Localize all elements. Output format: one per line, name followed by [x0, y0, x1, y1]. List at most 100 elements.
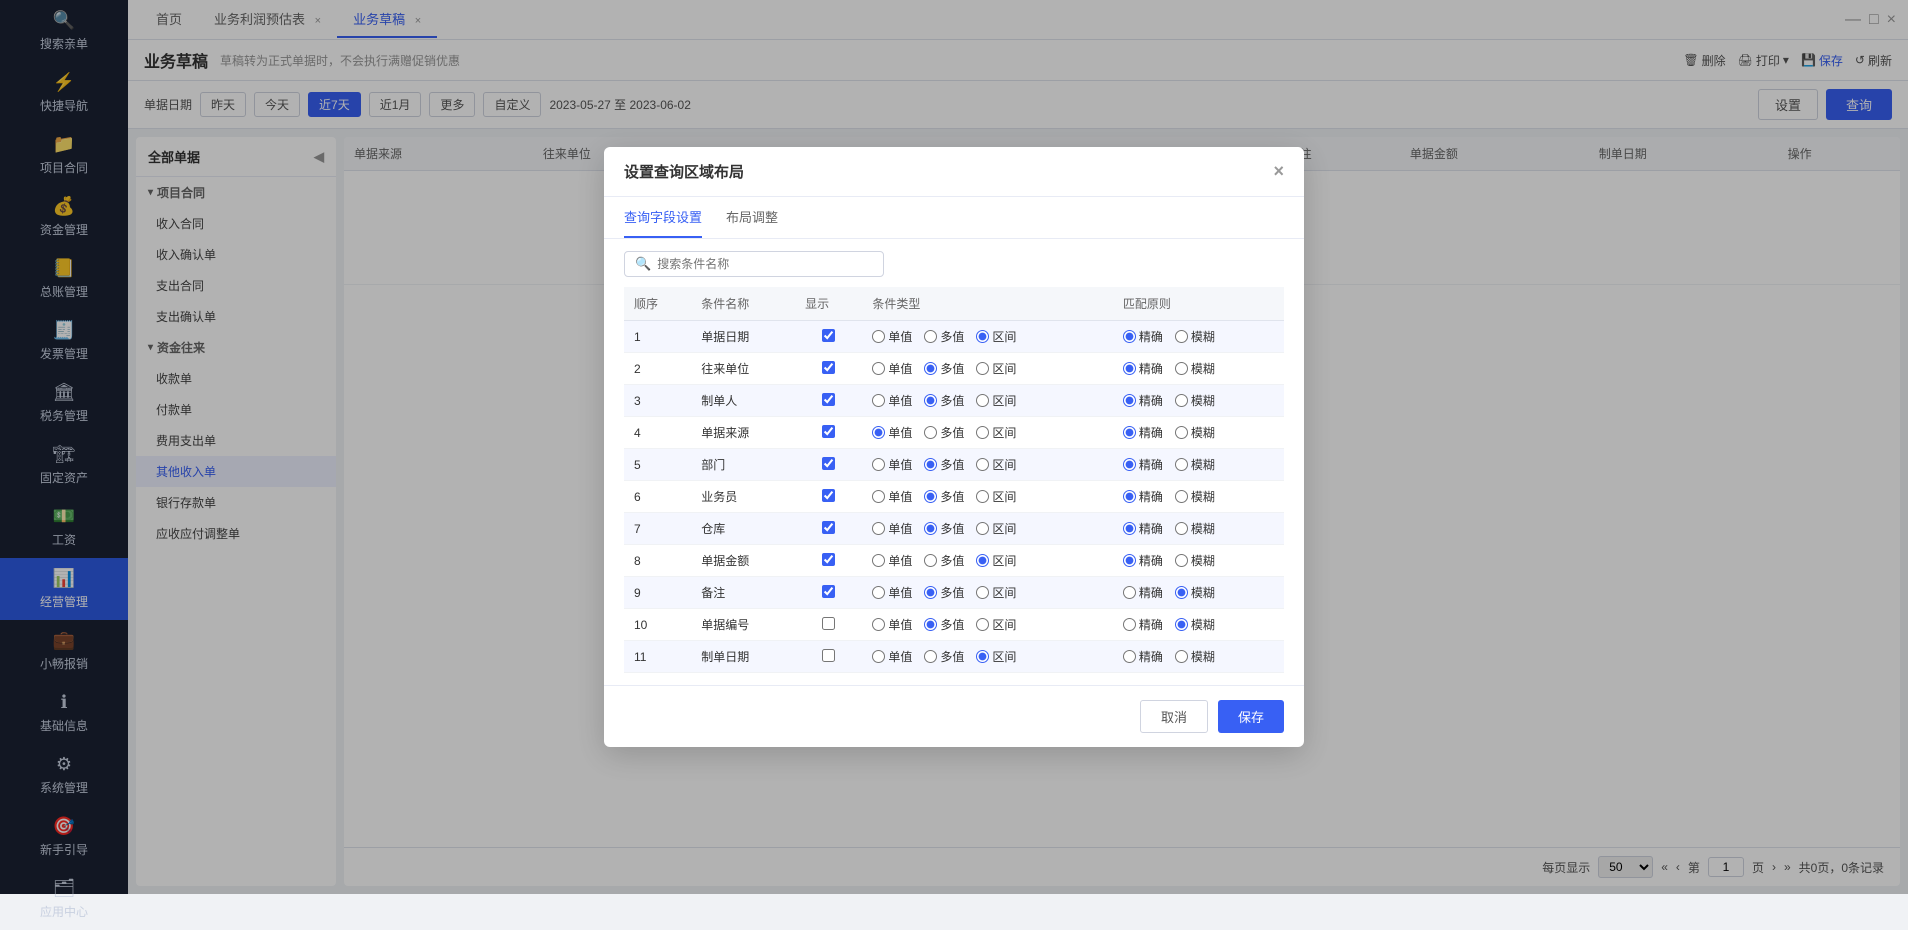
show-checkbox[interactable]: [822, 649, 835, 662]
row-show[interactable]: [795, 609, 862, 641]
row-name: 单据日期: [691, 321, 795, 353]
modal-tab-layout[interactable]: 布局调整: [726, 197, 778, 238]
match-exact-radio[interactable]: 精确: [1123, 328, 1163, 345]
type-multi-radio[interactable]: 多值: [924, 360, 964, 377]
match-fuzzy-radio[interactable]: 模糊: [1175, 520, 1215, 537]
row-name: 单据金额: [691, 545, 795, 577]
show-checkbox[interactable]: [822, 393, 835, 406]
show-checkbox[interactable]: [822, 489, 835, 502]
match-exact-radio[interactable]: 精确: [1123, 520, 1163, 537]
row-show[interactable]: [795, 481, 862, 513]
match-exact-radio[interactable]: 精确: [1123, 392, 1163, 409]
cancel-button[interactable]: 取消: [1140, 700, 1208, 733]
match-fuzzy-radio[interactable]: 模糊: [1175, 424, 1215, 441]
show-checkbox[interactable]: [822, 553, 835, 566]
type-range-radio[interactable]: 区间: [976, 520, 1016, 537]
match-exact-radio[interactable]: 精确: [1123, 552, 1163, 569]
type-range-radio[interactable]: 区间: [976, 328, 1016, 345]
type-range-radio[interactable]: 区间: [976, 584, 1016, 601]
row-show[interactable]: [795, 641, 862, 673]
type-single-radio[interactable]: 单值: [872, 424, 912, 441]
match-fuzzy-radio[interactable]: 模糊: [1175, 648, 1215, 665]
row-type: 单值 多值 区间: [862, 481, 1113, 513]
modal-close-button[interactable]: ×: [1273, 161, 1284, 182]
type-single-radio[interactable]: 单值: [872, 360, 912, 377]
match-fuzzy-radio[interactable]: 模糊: [1175, 328, 1215, 345]
row-match: 精确 模糊: [1113, 609, 1284, 641]
type-range-radio[interactable]: 区间: [976, 392, 1016, 409]
match-fuzzy-radio[interactable]: 模糊: [1175, 616, 1215, 633]
row-show[interactable]: [795, 385, 862, 417]
settings-row: 3 制单人 单值 多值 区间 精确: [624, 385, 1284, 417]
type-multi-radio[interactable]: 多值: [924, 552, 964, 569]
settings-row: 9 备注 单值 多值 区间 精确: [624, 577, 1284, 609]
match-fuzzy-radio[interactable]: 模糊: [1175, 552, 1215, 569]
type-range-radio[interactable]: 区间: [976, 456, 1016, 473]
modal-overlay: 设置查询区域布局 × 查询字段设置 布局调整 🔍 顺序 条件名称 显示: [0, 0, 1908, 894]
row-type: 单值 多值 区间: [862, 641, 1113, 673]
type-single-radio[interactable]: 单值: [872, 616, 912, 633]
row-name: 制单日期: [691, 641, 795, 673]
show-checkbox[interactable]: [822, 329, 835, 342]
modal-search-input[interactable]: [657, 257, 873, 271]
type-multi-radio[interactable]: 多值: [924, 616, 964, 633]
type-single-radio[interactable]: 单值: [872, 392, 912, 409]
type-range-radio[interactable]: 区间: [976, 552, 1016, 569]
show-checkbox[interactable]: [822, 617, 835, 630]
type-multi-radio[interactable]: 多值: [924, 648, 964, 665]
type-range-radio[interactable]: 区间: [976, 424, 1016, 441]
row-type: 单值 多值 区间: [862, 513, 1113, 545]
row-show[interactable]: [795, 417, 862, 449]
modal-save-button[interactable]: 保存: [1218, 700, 1284, 733]
row-show[interactable]: [795, 449, 862, 481]
show-checkbox[interactable]: [822, 585, 835, 598]
match-exact-radio[interactable]: 精确: [1123, 584, 1163, 601]
show-checkbox[interactable]: [822, 361, 835, 374]
type-single-radio[interactable]: 单值: [872, 328, 912, 345]
type-multi-radio[interactable]: 多值: [924, 456, 964, 473]
row-name: 单据来源: [691, 417, 795, 449]
match-exact-radio[interactable]: 精确: [1123, 456, 1163, 473]
type-single-radio[interactable]: 单值: [872, 520, 912, 537]
show-checkbox[interactable]: [822, 521, 835, 534]
row-show[interactable]: [795, 545, 862, 577]
settings-row: 6 业务员 单值 多值 区间 精确: [624, 481, 1284, 513]
match-exact-radio[interactable]: 精确: [1123, 648, 1163, 665]
type-multi-radio[interactable]: 多值: [924, 328, 964, 345]
match-exact-radio[interactable]: 精确: [1123, 488, 1163, 505]
match-exact-radio[interactable]: 精确: [1123, 616, 1163, 633]
settings-row: 4 单据来源 单值 多值 区间 精确: [624, 417, 1284, 449]
match-fuzzy-radio[interactable]: 模糊: [1175, 456, 1215, 473]
type-multi-radio[interactable]: 多值: [924, 584, 964, 601]
match-exact-radio[interactable]: 精确: [1123, 360, 1163, 377]
type-multi-radio[interactable]: 多值: [924, 520, 964, 537]
show-checkbox[interactable]: [822, 457, 835, 470]
show-checkbox[interactable]: [822, 425, 835, 438]
type-range-radio[interactable]: 区间: [976, 488, 1016, 505]
row-show[interactable]: [795, 353, 862, 385]
match-fuzzy-radio[interactable]: 模糊: [1175, 360, 1215, 377]
row-show[interactable]: [795, 513, 862, 545]
type-single-radio[interactable]: 单值: [872, 552, 912, 569]
match-fuzzy-radio[interactable]: 模糊: [1175, 488, 1215, 505]
row-show[interactable]: [795, 321, 862, 353]
match-fuzzy-radio[interactable]: 模糊: [1175, 392, 1215, 409]
modal-body: 🔍 顺序 条件名称 显示 条件类型 匹配原则: [604, 239, 1304, 685]
type-multi-radio[interactable]: 多值: [924, 424, 964, 441]
type-single-radio[interactable]: 单值: [872, 584, 912, 601]
match-exact-radio[interactable]: 精确: [1123, 424, 1163, 441]
type-multi-radio[interactable]: 多值: [924, 488, 964, 505]
type-range-radio[interactable]: 区间: [976, 360, 1016, 377]
type-single-radio[interactable]: 单值: [872, 648, 912, 665]
modal-tab-query[interactable]: 查询字段设置: [624, 197, 702, 238]
type-range-radio[interactable]: 区间: [976, 648, 1016, 665]
row-match: 精确 模糊: [1113, 417, 1284, 449]
row-order: 9: [624, 577, 691, 609]
type-range-radio[interactable]: 区间: [976, 616, 1016, 633]
type-single-radio[interactable]: 单值: [872, 488, 912, 505]
type-single-radio[interactable]: 单值: [872, 456, 912, 473]
settings-col-show: 显示: [795, 287, 862, 321]
type-multi-radio[interactable]: 多值: [924, 392, 964, 409]
match-fuzzy-radio[interactable]: 模糊: [1175, 584, 1215, 601]
row-show[interactable]: [795, 577, 862, 609]
